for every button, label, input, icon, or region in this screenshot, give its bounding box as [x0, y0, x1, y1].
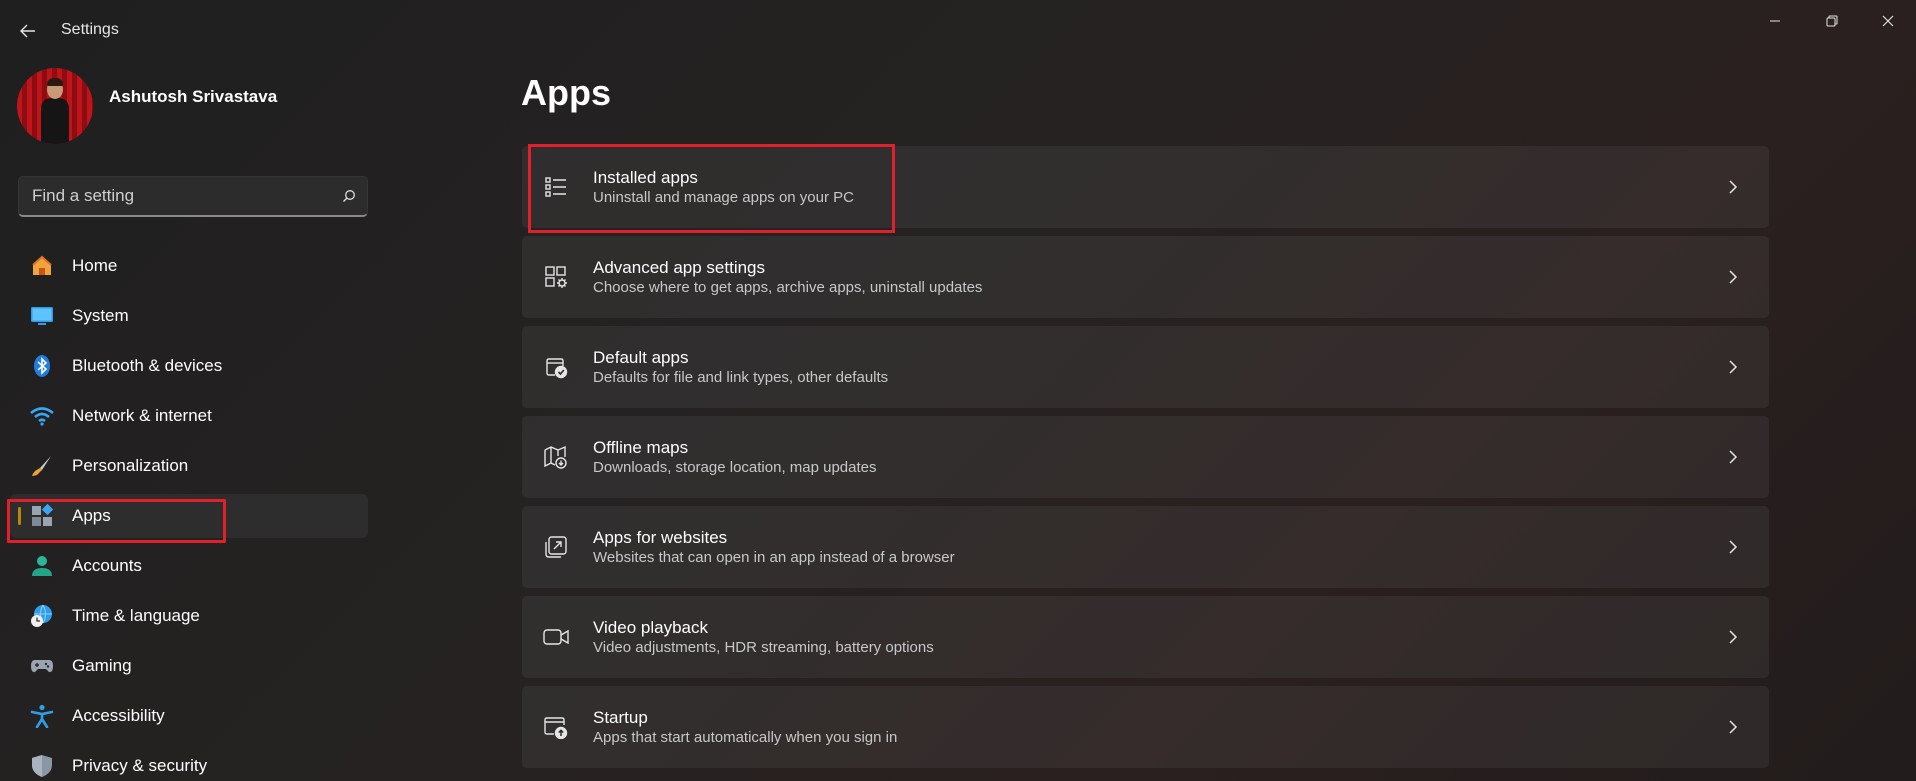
sidebar-item-privacy[interactable]: Privacy & security — [10, 744, 368, 781]
chevron-right-icon — [1723, 716, 1743, 738]
user-name: Ashutosh Srivastava — [109, 87, 278, 106]
shield-icon — [30, 754, 54, 778]
bluetooth-icon — [30, 354, 54, 378]
user-profile[interactable]: Ashutosh Srivastava — [17, 68, 277, 144]
restore-icon — [1826, 15, 1838, 27]
chevron-right-icon — [1723, 626, 1743, 648]
app-title: Settings — [61, 21, 119, 38]
sidebar-item-label: Gaming — [72, 656, 132, 675]
wifi-icon — [30, 404, 54, 428]
home-icon — [30, 254, 54, 278]
map-icon — [522, 416, 590, 498]
search-input[interactable] — [19, 177, 331, 215]
sidebar-item-accounts[interactable]: Accounts — [10, 544, 368, 588]
card-subtitle: Downloads, storage location, map updates — [593, 458, 877, 476]
sidebar-item-label: Home — [72, 256, 118, 275]
sidebar-item-label: System — [72, 306, 129, 325]
chevron-right-icon — [1723, 356, 1743, 378]
card-title: Video playback — [593, 617, 708, 637]
gamepad-icon — [30, 654, 54, 678]
card-installed-apps[interactable]: Installed apps Uninstall and manage apps… — [522, 146, 1769, 228]
card-subtitle: Apps that start automatically when you s… — [593, 728, 898, 746]
sidebar-item-home[interactable]: Home — [10, 244, 368, 288]
sidebar-item-network[interactable]: Network & internet — [10, 394, 368, 438]
card-subtitle: Choose where to get apps, archive apps, … — [593, 278, 983, 296]
search-box[interactable] — [18, 176, 368, 217]
sidebar-item-label: Bluetooth & devices — [72, 356, 223, 375]
chevron-right-icon — [1723, 446, 1743, 468]
video-icon — [522, 596, 590, 678]
person-icon — [30, 554, 54, 578]
card-title: Advanced app settings — [593, 257, 766, 277]
avatar — [17, 68, 93, 144]
sidebar-item-accessibility[interactable]: Accessibility — [10, 694, 368, 738]
app-settings-icon — [522, 236, 590, 318]
settings-window: Settings Ashutosh Srivastava Find a sett… — [0, 0, 1916, 781]
card-subtitle: Defaults for file and link types, other … — [593, 368, 889, 386]
card-apps-for-websites[interactable]: Apps for websites Websites that can open… — [522, 506, 1769, 588]
apps-settings-list: Installed apps Uninstall and manage apps… — [522, 146, 1769, 776]
monitor-icon — [30, 304, 54, 328]
accessibility-icon — [30, 704, 54, 728]
card-title: Apps for websites — [593, 527, 728, 547]
minimize-icon — [1770, 20, 1780, 22]
sidebar-item-time-language[interactable]: Time & language — [10, 594, 368, 638]
card-title: Offline maps — [593, 437, 689, 457]
title-bar: Settings — [0, 0, 1916, 60]
apps-icon — [30, 504, 54, 528]
brush-icon — [30, 454, 54, 478]
chevron-right-icon — [1723, 176, 1743, 198]
chevron-right-icon — [1723, 536, 1743, 558]
list-icon — [522, 146, 590, 228]
sidebar-item-bluetooth[interactable]: Bluetooth & devices — [10, 344, 368, 388]
card-default-apps[interactable]: Default apps Defaults for file and link … — [522, 326, 1769, 408]
sidebar-item-label: Privacy & security — [72, 756, 208, 775]
sidebar-item-label: Accounts — [72, 556, 142, 575]
card-video-playback[interactable]: Video playback Video adjustments, HDR st… — [522, 596, 1769, 678]
card-subtitle: Websites that can open in an app instead… — [593, 548, 955, 566]
page-title: Apps — [521, 72, 611, 113]
startup-icon — [522, 686, 590, 768]
open-external-icon — [522, 506, 590, 588]
close-icon — [1882, 15, 1894, 27]
card-title: Installed apps — [593, 167, 698, 187]
sidebar-item-apps[interactable]: Apps — [10, 494, 368, 538]
minimize-button[interactable] — [1755, 6, 1795, 36]
search-icon[interactable] — [331, 189, 367, 203]
card-offline-maps[interactable]: Offline maps Downloads, storage location… — [522, 416, 1769, 498]
sidebar-item-personalization[interactable]: Personalization — [10, 444, 368, 488]
card-subtitle: Video adjustments, HDR streaming, batter… — [593, 638, 934, 656]
back-button[interactable] — [14, 18, 42, 44]
card-startup[interactable]: Startup Apps that start automatically wh… — [522, 686, 1769, 768]
sidebar-item-label: Accessibility — [72, 706, 165, 725]
card-title: Default apps — [593, 347, 689, 367]
sidebar-item-gaming[interactable]: Gaming — [10, 644, 368, 688]
sidebar-nav: Home System Bluetooth & devices Network … — [10, 244, 368, 781]
restore-button[interactable] — [1812, 6, 1852, 36]
sidebar-item-label: Personalization — [72, 456, 189, 475]
default-apps-icon — [522, 326, 590, 408]
sidebar-item-label: Apps — [72, 506, 111, 525]
chevron-right-icon — [1723, 266, 1743, 288]
globe-clock-icon — [30, 604, 54, 628]
sidebar-item-label: Network & internet — [72, 406, 212, 425]
card-subtitle: Uninstall and manage apps on your PC — [593, 188, 854, 206]
close-button[interactable] — [1868, 6, 1908, 36]
card-advanced-app-settings[interactable]: Advanced app settings Choose where to ge… — [522, 236, 1769, 318]
card-title: Startup — [593, 707, 648, 727]
back-arrow-icon — [20, 24, 35, 38]
selection-indicator — [18, 507, 21, 525]
sidebar-item-label: Time & language — [72, 606, 200, 625]
sidebar-item-system[interactable]: System — [10, 294, 368, 338]
